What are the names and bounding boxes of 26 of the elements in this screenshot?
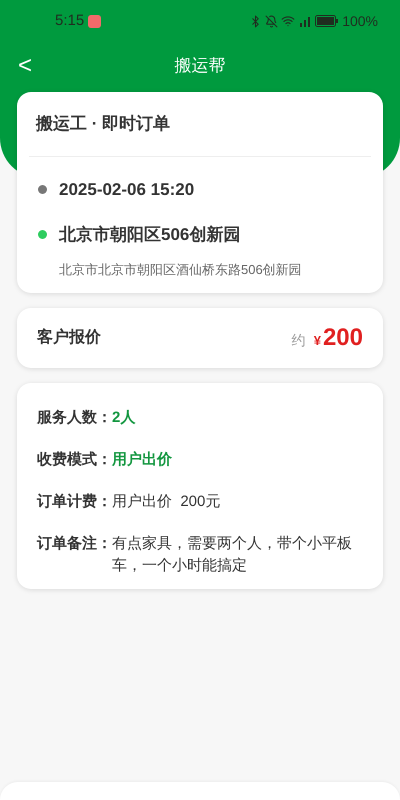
quote-label: 客户报价 — [37, 327, 101, 348]
page-title: 搬运帮 — [174, 55, 226, 78]
detail-value: 有点家具，需要两个人，带个小平板车，一个小时能搞定 — [112, 534, 353, 576]
app-icon — [88, 14, 102, 28]
status-time: 5:15 — [55, 10, 84, 31]
detail-value: 2人 — [112, 408, 136, 428]
approx-label: 约 — [292, 331, 306, 350]
bell-off-icon — [265, 14, 278, 28]
detail-label: 订单计费： — [37, 492, 112, 512]
quote-amount: 200 — [322, 323, 363, 353]
clock-icon — [38, 184, 47, 194]
order-time: 2025-02-06 15:20 — [59, 178, 194, 200]
wifi-icon — [281, 14, 296, 28]
full-address: 北京市北京市朝阳区酒仙桥东路506创新园 — [58, 260, 303, 278]
signal-icon — [298, 15, 312, 27]
back-button[interactable]: < — [18, 54, 32, 78]
detail-label: 订单备注： — [37, 534, 112, 554]
detail-label: 收费模式： — [37, 450, 112, 470]
detail-label: 服务人数： — [37, 408, 112, 428]
order-type: 搬运工 · 即时订单 — [29, 92, 371, 156]
currency-sign: ¥ — [314, 332, 321, 350]
detail-value: 用户出价 — [112, 450, 172, 470]
detail-value: 用户出价 200元 — [112, 492, 220, 512]
battery-icon — [315, 15, 340, 27]
battery-level: 100% — [342, 12, 378, 30]
place-name: 北京市朝阳区506创新园 — [59, 224, 240, 246]
